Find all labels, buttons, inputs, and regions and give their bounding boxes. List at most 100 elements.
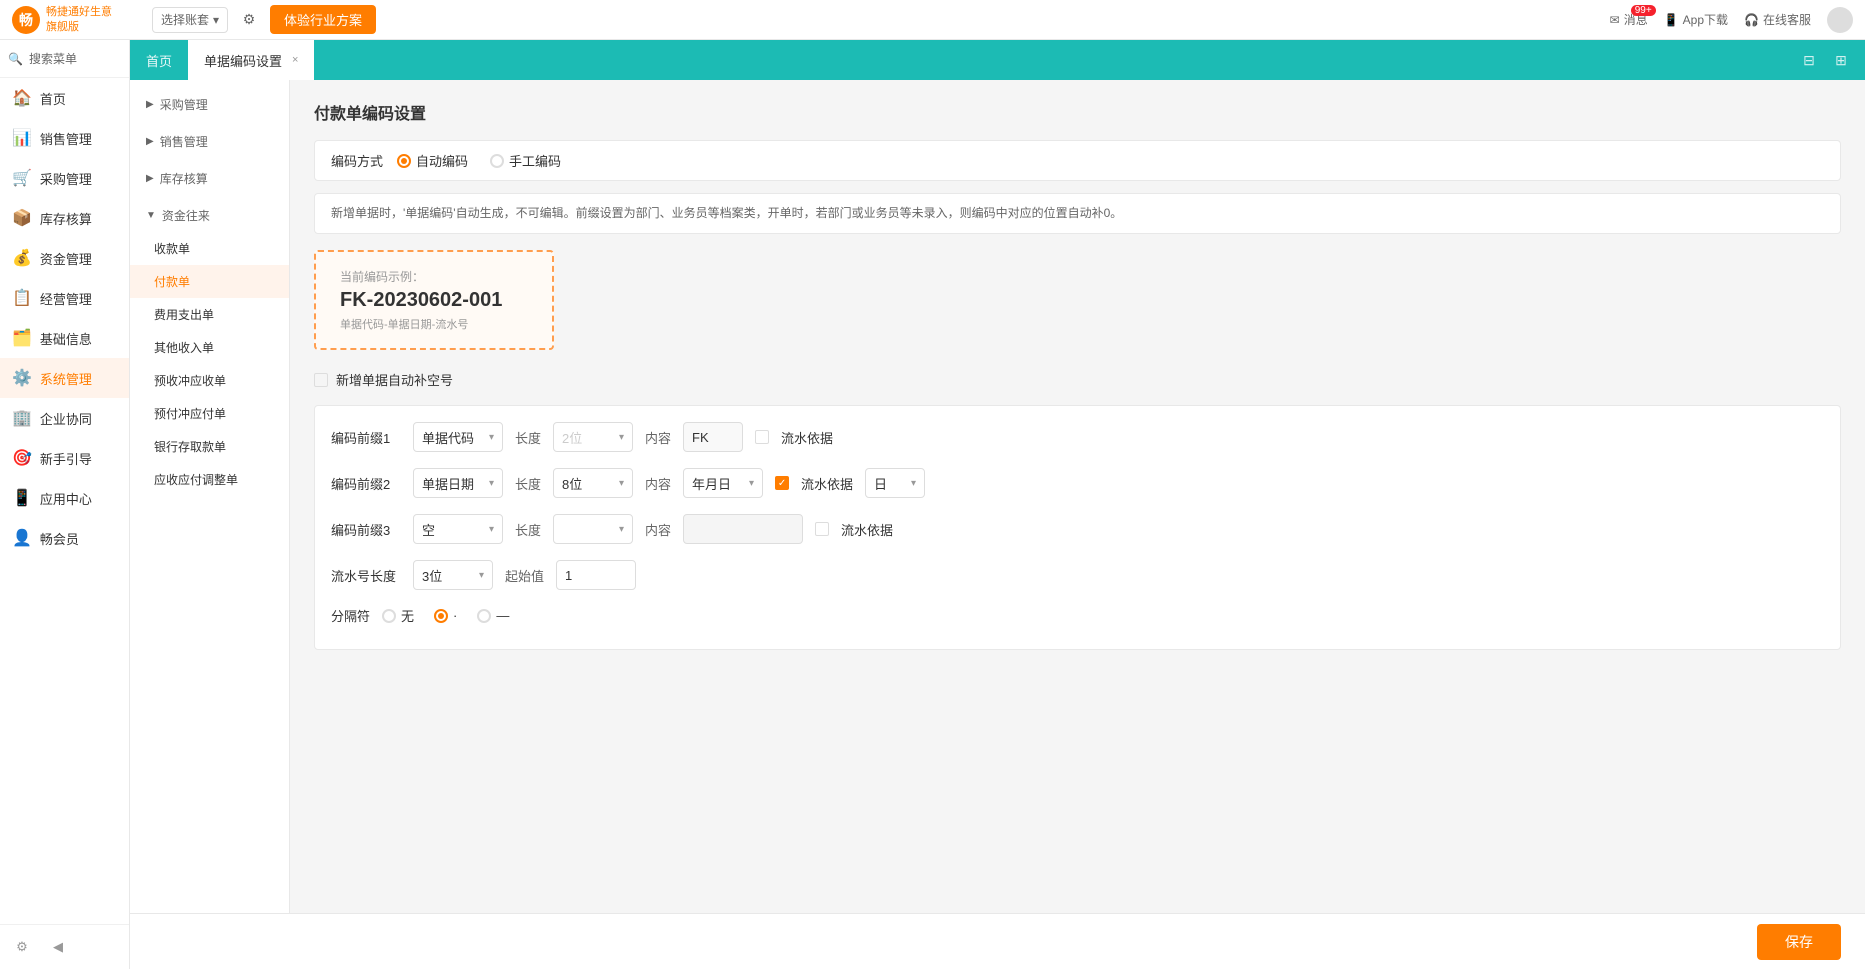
auto-fill-row: 新增单据自动补空号 xyxy=(314,370,1841,389)
prefix3-stream-checkbox[interactable] xyxy=(815,522,829,536)
sub-sidebar: ▶ 采购管理 ▶ 销售管理 ▶ 库存核算 xyxy=(130,80,290,913)
top-bar-right: ✉ 消息 99+ 📱 App下载 🎧 在线客服 xyxy=(1610,7,1853,33)
manual-code-radio-circle[interactable] xyxy=(490,154,504,168)
sidebar-item-operations[interactable]: 📋 经营管理 xyxy=(0,278,129,318)
message-button[interactable]: ✉ 消息 99+ xyxy=(1610,11,1648,28)
app-download-button[interactable]: 📱 App下载 xyxy=(1664,11,1728,28)
chevron-down-icon: ▾ xyxy=(619,432,624,443)
prefix2-stream-checkbox[interactable] xyxy=(775,476,789,490)
logo-icon: 畅 xyxy=(12,6,40,34)
tab-home[interactable]: 首页 xyxy=(130,40,188,80)
settings-icon[interactable]: ⚙ xyxy=(236,7,262,33)
user-avatar[interactable] xyxy=(1827,7,1853,33)
main-wrapper: 🔍 搜索菜单 🏠 首页 📊 销售管理 🛒 采购管理 📦 库存核算 💰 资金管理 … xyxy=(0,40,1865,969)
online-service-button[interactable]: 🎧 在线客服 xyxy=(1744,11,1811,28)
prefix1-select[interactable]: 单据代码 ▾ xyxy=(413,422,503,452)
settings-panel: 付款单编码设置 编码方式 自动编码 手工编码 新增单据时，'单据编码'自动生成，… xyxy=(290,80,1865,913)
auto-code-radio[interactable]: 自动编码 xyxy=(397,151,468,170)
sub-menu-item-prepay-pay[interactable]: 预付冲应付单 xyxy=(130,397,289,430)
serial-start-label: 起始值 xyxy=(505,566,544,585)
sub-menu-item-adjust[interactable]: 应收应付调整单 xyxy=(130,463,289,496)
sidebar-item-sales[interactable]: 📊 销售管理 xyxy=(0,118,129,158)
prefix3-select[interactable]: 空 ▾ xyxy=(413,514,503,544)
sub-menu-header-purchase[interactable]: ▶ 采购管理 xyxy=(130,88,289,121)
page-title: 付款单编码设置 xyxy=(314,100,1841,124)
sidebar-item-finance[interactable]: 💰 资金管理 xyxy=(0,238,129,278)
system-icon: ⚙️ xyxy=(12,368,32,388)
inventory-icon: 📦 xyxy=(12,208,32,228)
sep-none-radio[interactable] xyxy=(382,609,396,623)
prefix3-content-input xyxy=(683,514,803,544)
prefix1-row: 编码前缀1 单据代码 ▾ 长度 2位 ▾ 内容 FK xyxy=(331,422,1824,452)
preview-label: 当前编码示例： xyxy=(340,268,528,285)
save-button[interactable]: 保存 xyxy=(1757,924,1841,960)
sidebar-item-basic[interactable]: 🗂️ 基础信息 xyxy=(0,318,129,358)
preview-desc: 单据代码-单据日期-流水号 xyxy=(340,316,528,332)
prefix2-label: 编码前缀2 xyxy=(331,474,401,493)
search-icon: 🔍 xyxy=(8,52,23,66)
sidebar-bottom: ⚙ ◀ xyxy=(0,924,129,969)
page-body: ▶ 采购管理 ▶ 销售管理 ▶ 库存核算 xyxy=(130,80,1865,913)
tab-bar: 首页 单据编码设置 × ⊟ ⊞ xyxy=(130,40,1865,80)
prefix3-row: 编码前缀3 空 ▾ 长度 ▾ 内容 xyxy=(331,514,1824,544)
account-dropdown[interactable]: 选择账套 ▾ xyxy=(152,7,228,33)
sep-dash-radio[interactable] xyxy=(477,609,491,623)
sidebar-item-enterprise[interactable]: 🏢 企业协同 xyxy=(0,398,129,438)
sidebar-item-inventory[interactable]: 📦 库存核算 xyxy=(0,198,129,238)
sub-menu-item-payment[interactable]: 付款单 xyxy=(130,265,289,298)
prefix2-select[interactable]: 单据日期 ▾ xyxy=(413,468,503,498)
chevron-down-icon: ▾ xyxy=(489,432,494,443)
collapse-button[interactable]: ◀ xyxy=(44,933,72,961)
sub-menu-purchase: ▶ 采购管理 xyxy=(130,88,289,121)
chevron-right-icon: ▶ xyxy=(146,136,154,147)
sep-none-option[interactable]: 无 xyxy=(382,606,414,625)
prefix2-len-select[interactable]: 8位 ▾ xyxy=(553,468,633,498)
sub-menu-item-prepay-recv[interactable]: 预收冲应收单 xyxy=(130,364,289,397)
tab-close-icon[interactable]: × xyxy=(292,54,298,66)
settings-bottom-button[interactable]: ⚙ xyxy=(8,933,36,961)
tab-minimize-button[interactable]: ⊟ xyxy=(1797,48,1821,72)
form-section: 编码前缀1 单据代码 ▾ 长度 2位 ▾ 内容 FK xyxy=(314,405,1841,650)
prefix1-stream-checkbox[interactable] xyxy=(755,430,769,444)
bottom-bar: 保存 xyxy=(130,913,1865,969)
sub-menu-item-other-income[interactable]: 其他收入单 xyxy=(130,331,289,364)
sidebar-item-system[interactable]: ⚙️ 系统管理 xyxy=(0,358,129,398)
sidebar-item-member[interactable]: 👤 畅会员 xyxy=(0,518,129,558)
guide-icon: 🎯 xyxy=(12,448,32,468)
prefix1-len-select[interactable]: 2位 ▾ xyxy=(553,422,633,452)
tab-document-code[interactable]: 单据编码设置 × xyxy=(188,40,314,80)
tab-bar-actions: ⊟ ⊞ xyxy=(1797,48,1865,72)
auto-fill-checkbox[interactable] xyxy=(314,373,328,387)
experience-button[interactable]: 体验行业方案 xyxy=(270,5,376,34)
serial-start-input[interactable]: 1 xyxy=(556,560,636,590)
prefix1-len-label: 长度 xyxy=(515,428,541,447)
basic-icon: 🗂️ xyxy=(12,328,32,348)
sidebar-item-purchase[interactable]: 🛒 采购管理 xyxy=(0,158,129,198)
sub-menu-header-sales[interactable]: ▶ 销售管理 xyxy=(130,125,289,158)
prefix2-stream-unit-select[interactable]: 日 ▾ xyxy=(865,468,925,498)
serial-len-select[interactable]: 3位 ▾ xyxy=(413,560,493,590)
tab-maximize-button[interactable]: ⊞ xyxy=(1829,48,1853,72)
search-menu[interactable]: 🔍 搜索菜单 xyxy=(0,40,129,78)
chevron-down-icon: ▾ xyxy=(619,524,624,535)
prefix2-row: 编码前缀2 单据日期 ▾ 长度 8位 ▾ 内容 年月日 xyxy=(331,468,1824,498)
prefix3-len-select[interactable]: ▾ xyxy=(553,514,633,544)
operations-icon: 📋 xyxy=(12,288,32,308)
sub-menu-header-inventory[interactable]: ▶ 库存核算 xyxy=(130,162,289,195)
chevron-down-icon: ▾ xyxy=(489,478,494,489)
sidebar-item-home[interactable]: 🏠 首页 xyxy=(0,78,129,118)
top-bar-mid: 选择账套 ▾ ⚙ 体验行业方案 xyxy=(152,5,1600,34)
prefix2-content-select[interactable]: 年月日 ▾ xyxy=(683,468,763,498)
prefix3-label: 编码前缀3 xyxy=(331,520,401,539)
auto-code-radio-circle[interactable] xyxy=(397,154,411,168)
sep-dot-option[interactable]: · xyxy=(434,608,457,623)
sep-dot-radio[interactable] xyxy=(434,609,448,623)
sub-menu-item-bank[interactable]: 银行存取款单 xyxy=(130,430,289,463)
sidebar-item-guide[interactable]: 🎯 新手引导 xyxy=(0,438,129,478)
sub-menu-item-receipt[interactable]: 收款单 xyxy=(130,232,289,265)
sub-menu-item-expense[interactable]: 费用支出单 xyxy=(130,298,289,331)
manual-code-radio[interactable]: 手工编码 xyxy=(490,151,561,170)
sidebar-item-apps[interactable]: 📱 应用中心 xyxy=(0,478,129,518)
sep-dash-option[interactable]: — xyxy=(477,608,509,623)
sub-menu-header-capital[interactable]: ▼ 资金往来 xyxy=(130,199,289,232)
